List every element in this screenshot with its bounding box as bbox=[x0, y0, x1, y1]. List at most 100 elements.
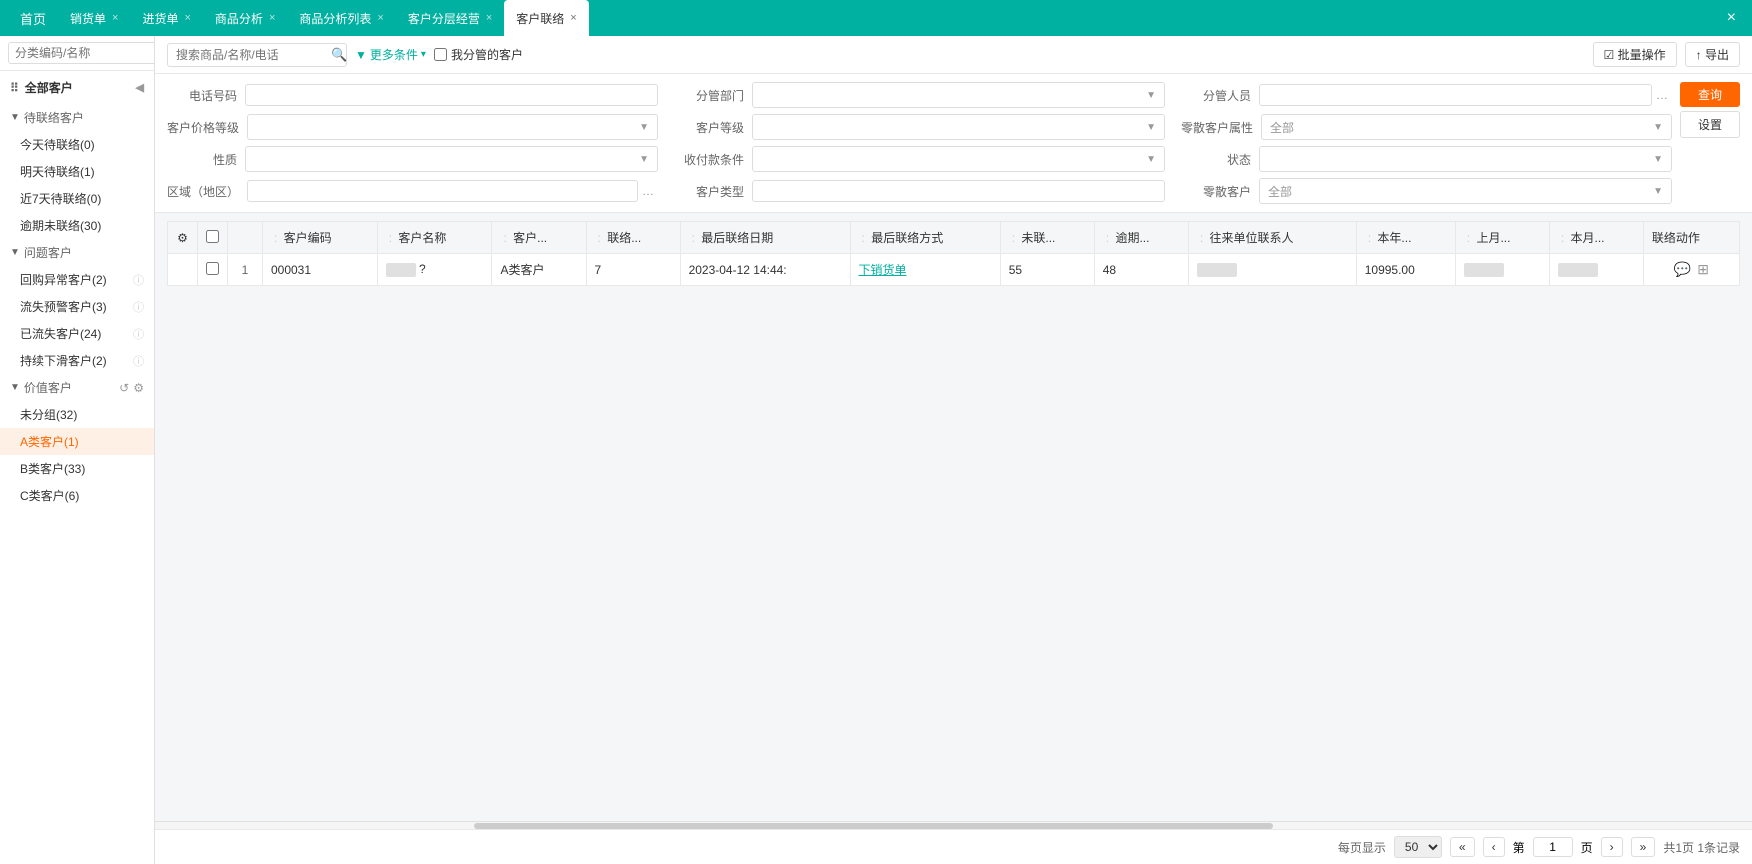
export-btn[interactable]: ↑ 导出 bbox=[1685, 42, 1740, 67]
filter-mine-checkbox[interactable] bbox=[434, 48, 447, 61]
sidebar-item-tomorrow[interactable]: 明天待联络(1) bbox=[0, 158, 154, 185]
horizontal-scrollbar[interactable] bbox=[155, 821, 1752, 829]
filter-input-region[interactable] bbox=[247, 180, 638, 202]
th-name[interactable]: : 客户名称 bbox=[377, 222, 492, 254]
select-all-checkbox[interactable] bbox=[206, 230, 219, 243]
sidebar-item-lost[interactable]: 已流失客户(24) ⓘ bbox=[0, 320, 154, 347]
close-tab-customer-contact[interactable]: × bbox=[570, 12, 576, 24]
nav-tab-analysis-list[interactable]: 商品分析列表 × bbox=[287, 0, 395, 36]
th-seq bbox=[228, 222, 263, 254]
td-name: ? bbox=[377, 254, 492, 286]
th-no-contact[interactable]: : 未联... bbox=[1000, 222, 1094, 254]
chat-icon[interactable]: 💬 bbox=[1674, 261, 1691, 278]
nav-tab-customer-tier[interactable]: 客户分层经营 × bbox=[396, 0, 504, 36]
filter-more-btn[interactable]: ▼ 更多条件 ▾ bbox=[355, 46, 426, 63]
filter-input-type[interactable] bbox=[752, 180, 1165, 202]
region-more-icon[interactable]: … bbox=[638, 184, 658, 198]
sidebar-root[interactable]: ⠿ 全部客户 ◀ bbox=[0, 71, 154, 104]
close-tab-sales[interactable]: × bbox=[112, 12, 118, 24]
filter-search-input[interactable] bbox=[176, 48, 331, 62]
filter-row-4: 区域（地区） … 客户类型 零散客户 全部 ▼ bbox=[167, 178, 1672, 204]
query-btn[interactable]: 查询 bbox=[1680, 82, 1740, 107]
td-no-contact: 55 bbox=[1000, 254, 1094, 286]
filter-select-price-level[interactable]: ▼ bbox=[247, 114, 658, 140]
th-this-year[interactable]: : 本年... bbox=[1356, 222, 1455, 254]
filter-select-payment[interactable]: ▼ bbox=[752, 146, 1165, 172]
filter-select-dept[interactable]: ▼ bbox=[752, 82, 1165, 108]
sidebar-item-ungroup[interactable]: 未分组(32) bbox=[0, 401, 154, 428]
close-tab-purchase[interactable]: × bbox=[184, 12, 190, 24]
sidebar-item-a-class[interactable]: A类客户(1) bbox=[0, 428, 154, 455]
col-sep-last-month: : bbox=[1467, 231, 1470, 245]
filter-input-phone[interactable] bbox=[245, 84, 658, 106]
status-dropdown-icon: ▼ bbox=[1653, 154, 1663, 165]
th-overdue[interactable]: : 逾期... bbox=[1094, 222, 1188, 254]
col-sep-this-month: : bbox=[1561, 231, 1564, 245]
next-page-btn[interactable]: › bbox=[1601, 837, 1623, 857]
filter-select-customer-level[interactable]: ▼ bbox=[752, 114, 1165, 140]
th-gear[interactable]: ⚙ bbox=[168, 222, 198, 254]
td-last-month bbox=[1455, 254, 1549, 286]
more-conditions-arrow: ▾ bbox=[421, 49, 426, 60]
th-unit-contact[interactable]: : 往来单位联系人 bbox=[1188, 222, 1356, 254]
th-last-month[interactable]: : 上月... bbox=[1455, 222, 1549, 254]
close-all-tabs[interactable]: × bbox=[1719, 9, 1744, 27]
nav-tab-analysis[interactable]: 商品分析 × bbox=[203, 0, 287, 36]
filter-select-retail[interactable]: 全部 ▼ bbox=[1259, 178, 1672, 204]
filter-search-icon[interactable]: 🔍 bbox=[331, 47, 347, 63]
info-icon-lost: ⓘ bbox=[133, 326, 144, 342]
close-tab-analysis-list[interactable]: × bbox=[377, 12, 383, 24]
page-size-select[interactable]: 50 bbox=[1394, 836, 1442, 858]
filter-label-type: 客户类型 bbox=[674, 183, 744, 200]
nav-home[interactable]: 首页 bbox=[8, 0, 58, 36]
sidebar-item-c-class[interactable]: C类客户(6) bbox=[0, 482, 154, 509]
sidebar-item-today[interactable]: 今天待联络(0) bbox=[0, 131, 154, 158]
td-level: A类客户 bbox=[492, 254, 586, 286]
sidebar-item-declining[interactable]: 持续下滑客户(2) ⓘ bbox=[0, 347, 154, 374]
settings-btn[interactable]: 设置 bbox=[1680, 111, 1740, 138]
filter-label-retail: 零散客户 bbox=[1181, 183, 1251, 200]
close-tab-analysis[interactable]: × bbox=[269, 12, 275, 24]
filter-select-retail-attr[interactable]: 全部 ▼ bbox=[1261, 114, 1672, 140]
nav-tab-purchase[interactable]: 进货单 × bbox=[130, 0, 202, 36]
filter-select-nature[interactable]: ▼ bbox=[245, 146, 658, 172]
filter-input-person[interactable] bbox=[1259, 84, 1652, 106]
first-page-btn[interactable]: « bbox=[1450, 837, 1475, 857]
prev-page-btn[interactable]: ‹ bbox=[1483, 837, 1505, 857]
filter-field-payment: 收付款条件 ▼ bbox=[674, 146, 1165, 172]
value-settings-icon[interactable]: ⚙ bbox=[133, 381, 144, 395]
sidebar-item-repeat[interactable]: 回购异常客户(2) ⓘ bbox=[0, 266, 154, 293]
value-arrow-icon: ▼ bbox=[10, 382, 20, 393]
sidebar-item-lost-pre[interactable]: 流失预警客户(3) ⓘ bbox=[0, 293, 154, 320]
sidebar-item-b-class[interactable]: B类客户(33) bbox=[0, 455, 154, 482]
sidebar-item-week[interactable]: 近7天待联络(0) bbox=[0, 185, 154, 212]
col-sep-overdue: : bbox=[1106, 231, 1109, 245]
total-text: 共1页 1条记录 bbox=[1663, 839, 1740, 856]
batch-ops-btn[interactable]: ☑ 批量操作 bbox=[1593, 42, 1677, 67]
row-checkbox[interactable] bbox=[206, 262, 219, 275]
person-more-icon[interactable]: … bbox=[1652, 88, 1672, 102]
th-last-date[interactable]: : 最后联络日期 bbox=[680, 222, 850, 254]
close-tab-customer-tier[interactable]: × bbox=[486, 12, 492, 24]
th-this-month[interactable]: : 本月... bbox=[1549, 222, 1643, 254]
sidebar-section-value-title[interactable]: ▼ 价值客户 ↺ ⚙ bbox=[0, 374, 154, 401]
last-page-btn[interactable]: » bbox=[1631, 837, 1656, 857]
page-num-input[interactable] bbox=[1533, 837, 1573, 857]
sidebar-section-problem-title[interactable]: ▼ 问题客户 bbox=[0, 239, 154, 266]
filter-label-price-level: 客户价格等级 bbox=[167, 119, 239, 136]
qr-icon[interactable]: ⊞ bbox=[1697, 261, 1709, 278]
nav-tab-sales[interactable]: 销货单 × bbox=[58, 0, 130, 36]
sidebar-search-input[interactable] bbox=[8, 42, 155, 64]
sidebar-collapse-icon[interactable]: ◀ bbox=[136, 81, 144, 94]
th-contact[interactable]: : 联络... bbox=[586, 222, 680, 254]
sidebar-section-pending-title[interactable]: ▼ 待联络客户 bbox=[0, 104, 154, 131]
th-code[interactable]: : 客户编码 bbox=[262, 222, 377, 254]
grid-icon: ⠿ bbox=[10, 81, 19, 95]
value-refresh-icon[interactable]: ↺ bbox=[119, 381, 129, 395]
last-method-link[interactable]: 下销货单 bbox=[859, 263, 907, 277]
th-last-method[interactable]: : 最后联络方式 bbox=[850, 222, 1000, 254]
nav-tab-customer-contact[interactable]: 客户联络 × bbox=[504, 0, 588, 36]
sidebar-item-overdue[interactable]: 逾期未联络(30) bbox=[0, 212, 154, 239]
filter-select-status[interactable]: ▼ bbox=[1259, 146, 1672, 172]
th-level[interactable]: : 客户... bbox=[492, 222, 586, 254]
